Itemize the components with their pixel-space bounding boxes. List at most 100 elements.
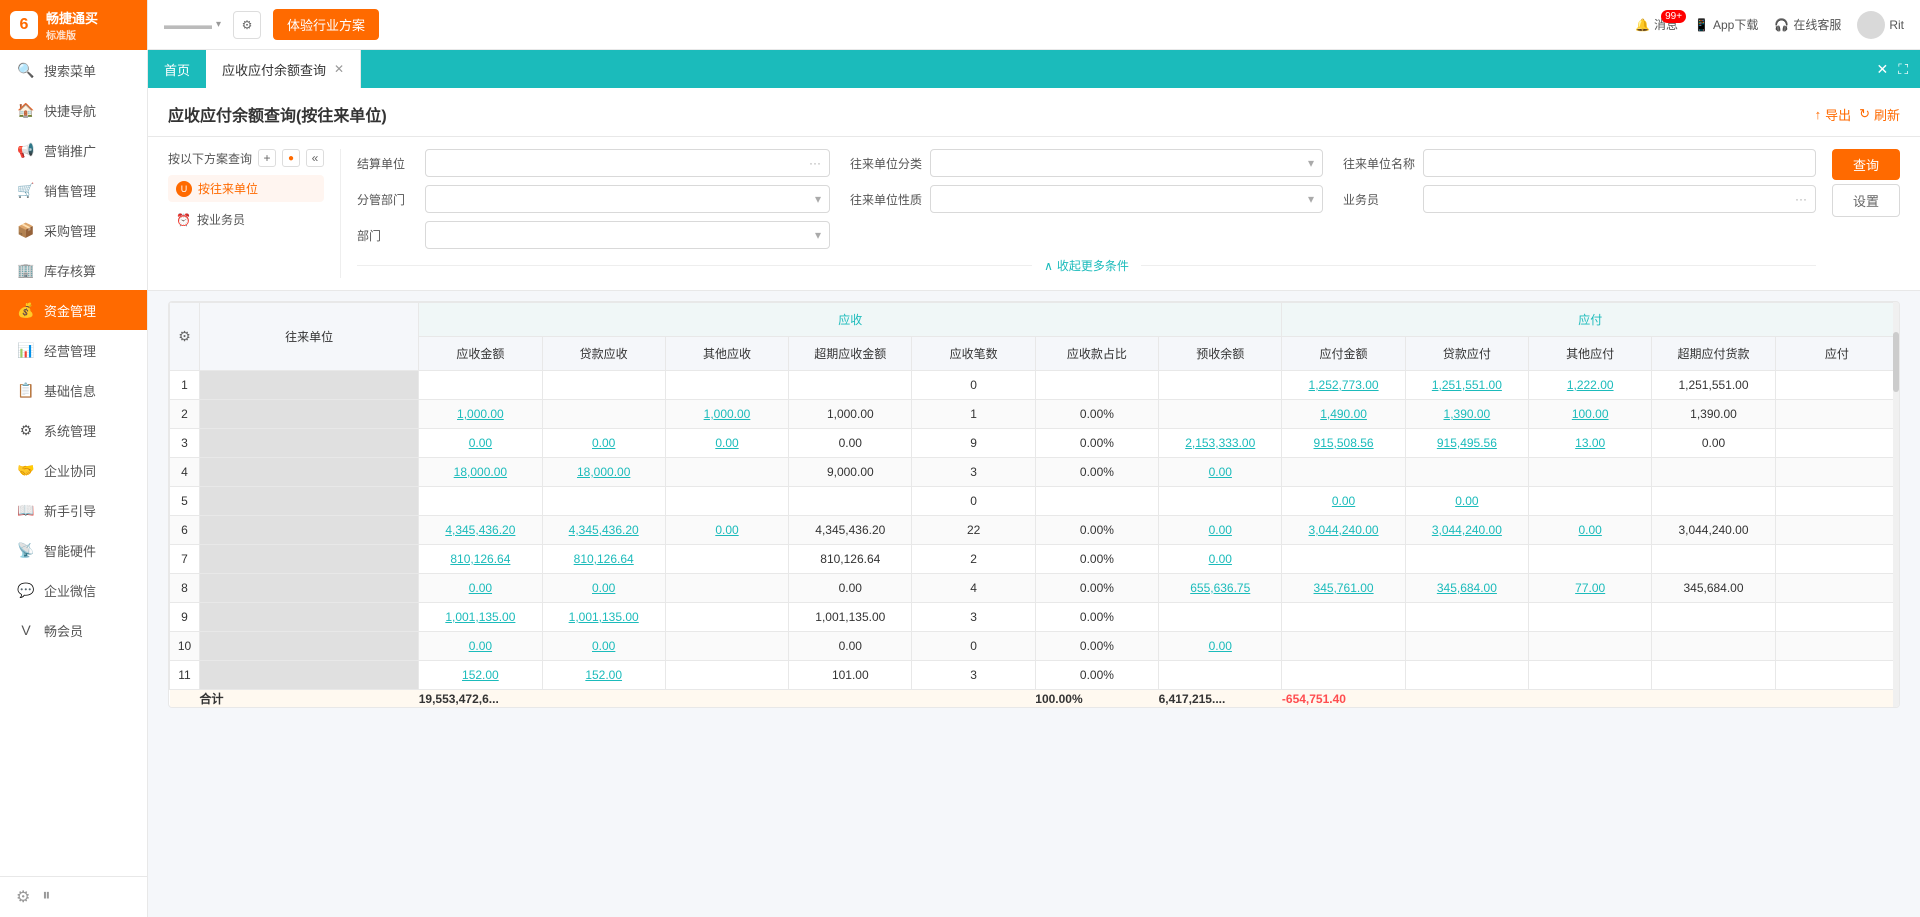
table-cell[interactable] [1529,545,1652,574]
filter-by-unit[interactable]: U 按往来单位 [168,175,324,202]
table-cell[interactable]: 0.00 [665,429,788,458]
set-button[interactable]: 设置 [1832,184,1900,217]
table-cell[interactable]: 0.00 [1159,516,1282,545]
sidebar-item-guide[interactable]: 📖 新手引导 [0,490,147,530]
dept-input[interactable]: ▾ [425,221,830,249]
table-cell[interactable]: 1,000.00 [419,400,542,429]
table-cell[interactable] [1405,545,1528,574]
table-cell[interactable] [1405,632,1528,661]
table-cell[interactable]: 345,761.00 [1282,574,1405,603]
table-cell[interactable]: 0.00 [1529,516,1652,545]
settings-col-header[interactable]: ⚙ [170,303,200,371]
filter-collapse-btn[interactable]: « [306,149,324,167]
sidebar-item-system[interactable]: ⚙ 系统管理 [0,410,147,450]
topbar-online-service[interactable]: 🎧 在线客服 [1774,16,1841,33]
table-cell[interactable] [1529,661,1652,690]
tab-expand-btn[interactable]: ⛶ [1898,61,1908,78]
table-cell[interactable]: 1,251,551.00 [1405,371,1528,400]
table-cell[interactable]: 0.00 [1159,458,1282,487]
jiesuan-input[interactable]: ··· [425,149,830,177]
table-cell[interactable]: 1,001,135.00 [419,603,542,632]
topbar-user[interactable]: Rit [1857,11,1904,39]
table-cell[interactable] [1405,458,1528,487]
solution-button[interactable]: 体验行业方案 [273,9,379,40]
table-cell[interactable]: 0.00 [1159,632,1282,661]
table-cell[interactable]: 915,508.56 [1282,429,1405,458]
table-cell[interactable]: 152.00 [419,661,542,690]
table-cell[interactable] [665,371,788,400]
table-cell[interactable]: 100.00 [1529,400,1652,429]
table-cell[interactable]: 0.00 [542,632,665,661]
table-cell[interactable] [1529,603,1652,632]
sidebar-item-vip[interactable]: V 畅会员 [0,610,147,650]
query-button[interactable]: 查询 [1832,149,1900,180]
table-cell[interactable] [1529,632,1652,661]
collapse-icon[interactable]: ⏸ [42,887,50,907]
sidebar-item-purchase[interactable]: 📦 采购管理 [0,210,147,250]
sidebar-item-device[interactable]: 📡 智能硬件 [0,530,147,570]
table-cell[interactable] [1282,545,1405,574]
table-cell[interactable]: 0.00 [419,632,542,661]
table-cell[interactable] [1282,603,1405,632]
table-cell[interactable]: 810,126.64 [419,545,542,574]
table-cell[interactable]: 1,222.00 [1529,371,1652,400]
table-cell[interactable]: 2,153,333.00 [1159,429,1282,458]
table-cell[interactable] [665,661,788,690]
table-cell[interactable]: 13.00 [1529,429,1652,458]
table-cell[interactable]: 4,345,436.20 [419,516,542,545]
table-cell[interactable]: 0.00 [665,516,788,545]
tab-close-all-btn[interactable]: ✕ [1876,61,1888,78]
table-cell[interactable] [665,603,788,632]
table-cell[interactable] [419,487,542,516]
sidebar-item-basic[interactable]: 📋 基础信息 [0,370,147,410]
table-cell[interactable] [1159,603,1282,632]
table-settings-icon[interactable]: ⚙ [178,328,191,344]
export-button[interactable]: ↑ 导出 [1815,105,1852,124]
filter-by-salesperson[interactable]: ⏰ 按业务员 [168,206,324,233]
tab-home[interactable]: 首页 [148,50,206,88]
table-cell[interactable] [1159,487,1282,516]
table-cell[interactable]: 4,345,436.20 [542,516,665,545]
table-cell[interactable]: 0.00 [419,429,542,458]
table-cell[interactable] [1282,661,1405,690]
table-cell[interactable]: 3,044,240.00 [1405,516,1528,545]
topbar-gear-btn[interactable]: ⚙ [233,11,261,39]
table-cell[interactable]: 0.00 [1159,545,1282,574]
table-cell[interactable]: 1,252,773.00 [1282,371,1405,400]
topbar-app-download[interactable]: 📱 App下载 [1694,16,1758,33]
table-cell[interactable]: 0.00 [542,574,665,603]
sidebar-item-inventory[interactable]: 🏢 库存核算 [0,250,147,290]
table-cell[interactable] [1159,661,1282,690]
table-cell[interactable]: 655,636.75 [1159,574,1282,603]
table-cell[interactable] [1282,458,1405,487]
tab-current[interactable]: 应收应付余额查询 ✕ [206,50,361,88]
topbar-message[interactable]: 🔔 消息 99+ [1635,16,1678,33]
table-cell[interactable] [1159,371,1282,400]
table-cell[interactable]: 0.00 [542,429,665,458]
filter-circle-btn[interactable]: ● [282,149,300,167]
table-cell[interactable]: 3,044,240.00 [1282,516,1405,545]
table-cell[interactable]: 345,684.00 [1405,574,1528,603]
scroll-thumb[interactable] [1893,332,1899,392]
sidebar-item-quick[interactable]: 🏠 快捷导航 [0,90,147,130]
table-cell[interactable] [665,458,788,487]
table-cell[interactable]: 0.00 [1282,487,1405,516]
table-cell[interactable] [665,632,788,661]
salesperson-input[interactable]: ··· [1423,185,1816,213]
add-filter-btn[interactable]: + [258,149,276,167]
table-cell[interactable]: 1,490.00 [1282,400,1405,429]
sidebar-item-marketing[interactable]: 📢 营销推广 [0,130,147,170]
unit-category-input[interactable]: ▾ [930,149,1323,177]
sidebar-item-coop[interactable]: 🤝 企业协同 [0,450,147,490]
table-cell[interactable] [1405,603,1528,632]
table-cell[interactable]: 915,495.56 [1405,429,1528,458]
table-cell[interactable] [542,487,665,516]
sidebar-item-wechat[interactable]: 💬 企业微信 [0,570,147,610]
sidebar-item-finance[interactable]: 💰 资金管理 [0,290,147,330]
table-cell[interactable]: 0.00 [419,574,542,603]
table-cell[interactable] [1282,632,1405,661]
table-cell[interactable] [1529,458,1652,487]
tab-close-btn[interactable]: ✕ [334,62,344,76]
sidebar-item-operation[interactable]: 📊 经营管理 [0,330,147,370]
sidebar-item-search[interactable]: 🔍 搜索菜单 [0,50,147,90]
